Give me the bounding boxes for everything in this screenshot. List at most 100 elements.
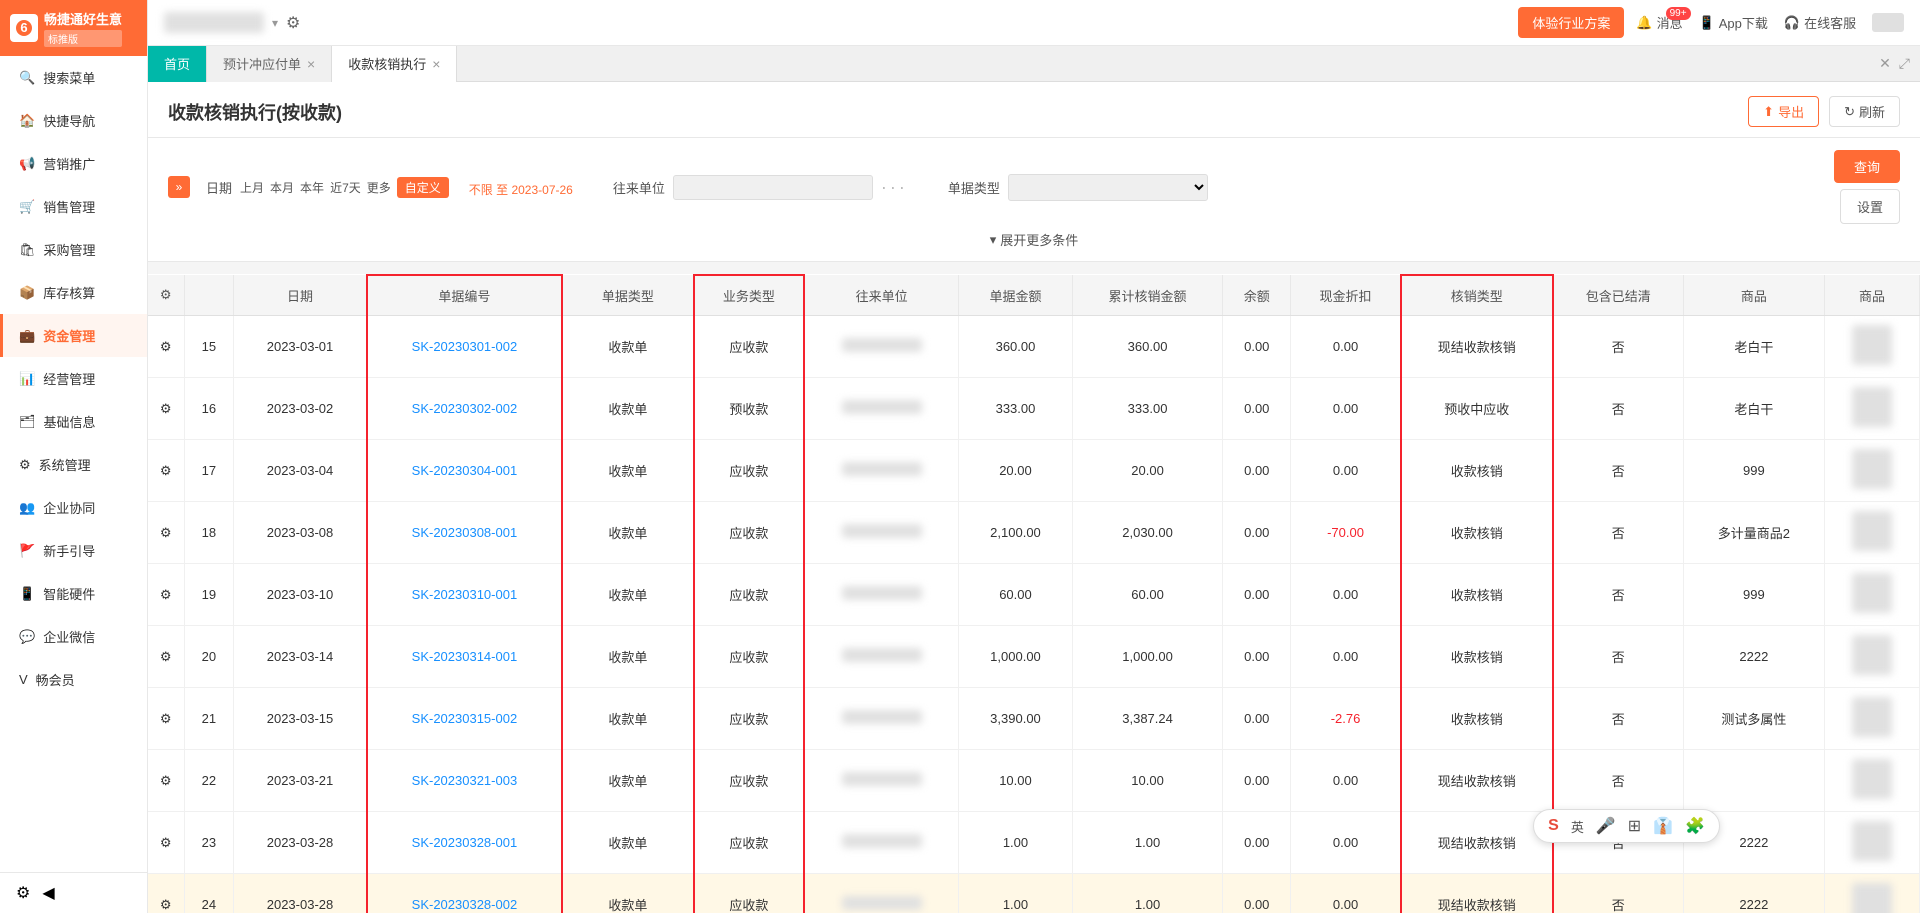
- sidebar-item-base[interactable]: 🗂 基础信息: [0, 400, 147, 443]
- bill-no-link[interactable]: SK-20230328-001: [412, 835, 518, 850]
- topbar-gear-icon[interactable]: ⚙: [286, 13, 300, 33]
- sidebar-item-ops[interactable]: 📊 经营管理: [0, 357, 147, 400]
- refresh-button[interactable]: ↻ 刷新: [1829, 96, 1900, 127]
- filter-partner-group: 往来单位 ···: [613, 175, 908, 200]
- sidebar-item-inventory[interactable]: 📦 库存核算: [0, 271, 147, 314]
- input-puzzle-icon[interactable]: 🧩: [1685, 816, 1705, 836]
- cell-gear[interactable]: ⚙: [148, 502, 184, 564]
- filter-date-range: 不限 至 2023-07-26: [469, 177, 573, 198]
- tab-expand-button[interactable]: ⤢: [1899, 55, 1910, 72]
- date-btn-this-year[interactable]: 本年: [300, 179, 324, 196]
- cell-gear[interactable]: ⚙: [148, 564, 184, 626]
- cell-bill-no: SK-20230328-002: [367, 874, 562, 913]
- expand-button[interactable]: ▾ 展开更多条件: [990, 230, 1079, 249]
- cell-gear[interactable]: ⚙: [148, 688, 184, 750]
- cell-include-settled: 否: [1553, 440, 1684, 502]
- date-custom-button[interactable]: 自定义: [397, 177, 449, 198]
- bill-no-link[interactable]: SK-20230328-002: [412, 897, 518, 912]
- cell-bill-type: 收款单: [562, 750, 693, 812]
- sidebar-item-sales[interactable]: 🛒 销售管理: [0, 185, 147, 228]
- col-header-product: 商品: [1683, 275, 1824, 316]
- tab-collection[interactable]: 收款核销执行 ×: [332, 46, 457, 82]
- sidebar-item-system[interactable]: ⚙ 系统管理: [0, 443, 147, 486]
- cell-date: 2023-03-01: [234, 316, 367, 378]
- collapse-icon[interactable]: ◀: [42, 883, 54, 903]
- app-download-button[interactable]: 📱 App下载: [1699, 13, 1768, 32]
- cell-verified-amount: 2,030.00: [1072, 502, 1222, 564]
- user-name[interactable]: Rit: [1872, 13, 1904, 32]
- topbar-right: 🔔 消息 99+ 📱 App下载 🎧 在线客服 Rit: [1636, 13, 1904, 32]
- cell-gear[interactable]: ⚙: [148, 626, 184, 688]
- bill-no-link[interactable]: SK-20230314-001: [412, 649, 518, 664]
- dots-icon[interactable]: ···: [881, 177, 908, 198]
- sidebar-item-wechat[interactable]: 💬 企业微信: [0, 615, 147, 658]
- cell-verify-type: 现结收款核销: [1401, 874, 1553, 913]
- tab-close-all-button[interactable]: ✕: [1879, 55, 1891, 72]
- tab-payable-close[interactable]: ×: [307, 57, 315, 71]
- input-s-icon[interactable]: S: [1548, 817, 1559, 835]
- sidebar-item-member[interactable]: V 畅会员: [0, 658, 147, 701]
- input-eng-label[interactable]: 英: [1571, 817, 1584, 836]
- cell-gear[interactable]: ⚙: [148, 874, 184, 913]
- cell-gear[interactable]: ⚙: [148, 316, 184, 378]
- cell-verify-type: 现结收款核销: [1401, 316, 1553, 378]
- partner-input[interactable]: [673, 175, 873, 200]
- bill-no-link[interactable]: SK-20230308-001: [412, 525, 518, 540]
- filter-arrow-button[interactable]: »: [168, 176, 190, 198]
- input-mic-icon[interactable]: 🎤: [1596, 816, 1616, 836]
- message-button[interactable]: 🔔 消息 99+: [1636, 13, 1682, 32]
- online-service-button[interactable]: 🎧 在线客服: [1784, 13, 1856, 32]
- sidebar-item-funds[interactable]: 💼 资金管理: [0, 314, 147, 357]
- sidebar-item-hardware[interactable]: 📱 智能硬件: [0, 572, 147, 615]
- col-header-biz-type: 业务类型: [694, 275, 805, 316]
- cell-bill-no: SK-20230321-003: [367, 750, 562, 812]
- sidebar-item-corp[interactable]: 👥 企业协同: [0, 486, 147, 529]
- cell-verify-type: 收款核销: [1401, 688, 1553, 750]
- bill-type-select[interactable]: [1008, 174, 1208, 201]
- sidebar-item-quicknav[interactable]: 🏠 快捷导航: [0, 99, 147, 142]
- bill-no-link[interactable]: SK-20230302-002: [412, 401, 518, 416]
- refresh-icon: ↻: [1844, 104, 1855, 120]
- cell-bill-no: SK-20230315-002: [367, 688, 562, 750]
- col-header-gear[interactable]: ⚙: [148, 275, 184, 316]
- sidebar-item-search[interactable]: 🔍 搜索菜单: [0, 56, 147, 99]
- sidebar-item-purchase[interactable]: 🛍 采购管理: [0, 228, 147, 271]
- col-header-bill-no[interactable]: 单据编号: [367, 275, 562, 316]
- cart-icon: 🛒: [19, 199, 35, 215]
- cell-balance: 0.00: [1223, 502, 1291, 564]
- bill-no-link[interactable]: SK-20230304-001: [412, 463, 518, 478]
- settings-button[interactable]: 设置: [1840, 189, 1900, 224]
- date-btn-more[interactable]: 更多: [367, 179, 391, 196]
- bill-no-link[interactable]: SK-20230321-003: [412, 773, 518, 788]
- cell-balance: 0.00: [1223, 316, 1291, 378]
- cell-product: 2222: [1683, 626, 1824, 688]
- gear-icon[interactable]: ⚙: [16, 883, 30, 903]
- query-button[interactable]: 查询: [1834, 150, 1900, 183]
- input-grid-icon[interactable]: ⊞: [1628, 816, 1641, 836]
- tab-home[interactable]: 首页: [148, 46, 207, 82]
- tab-payable[interactable]: 预计冲应付单 ×: [207, 46, 332, 82]
- date-btn-prev-month[interactable]: 上月: [240, 179, 264, 196]
- sidebar-item-marketing[interactable]: 📢 营销推广: [0, 142, 147, 185]
- cell-gear[interactable]: ⚙: [148, 440, 184, 502]
- filter-date-group: 日期 上月 本月 本年 近7天 更多 自定义: [206, 177, 449, 198]
- cell-gear[interactable]: ⚙: [148, 750, 184, 812]
- cell-gear[interactable]: ⚙: [148, 378, 184, 440]
- sidebar-item-guide[interactable]: 🚩 新手引导: [0, 529, 147, 572]
- device-icon: 📱: [19, 586, 35, 602]
- date-btn-7days[interactable]: 近7天: [330, 179, 361, 196]
- bill-no-link[interactable]: SK-20230315-002: [412, 711, 518, 726]
- cell-amount: 3,390.00: [959, 688, 1073, 750]
- tab-collection-close[interactable]: ×: [432, 57, 440, 71]
- bill-no-link[interactable]: SK-20230310-001: [412, 587, 518, 602]
- export-button[interactable]: ⬆ 导出: [1748, 96, 1819, 127]
- chevron-down-icon[interactable]: ▾: [272, 16, 278, 30]
- cell-gear[interactable]: ⚙: [148, 812, 184, 874]
- solution-button[interactable]: 体验行业方案: [1518, 7, 1624, 38]
- bill-no-link[interactable]: SK-20230301-002: [412, 339, 518, 354]
- date-btn-this-month[interactable]: 本月: [270, 179, 294, 196]
- sidebar-logo-text: 畅捷通好生意 标推版: [44, 9, 122, 47]
- cell-date: 2023-03-02: [234, 378, 367, 440]
- cell-amount: 1.00: [959, 874, 1073, 913]
- input-shirt-icon[interactable]: 👔: [1653, 816, 1673, 836]
